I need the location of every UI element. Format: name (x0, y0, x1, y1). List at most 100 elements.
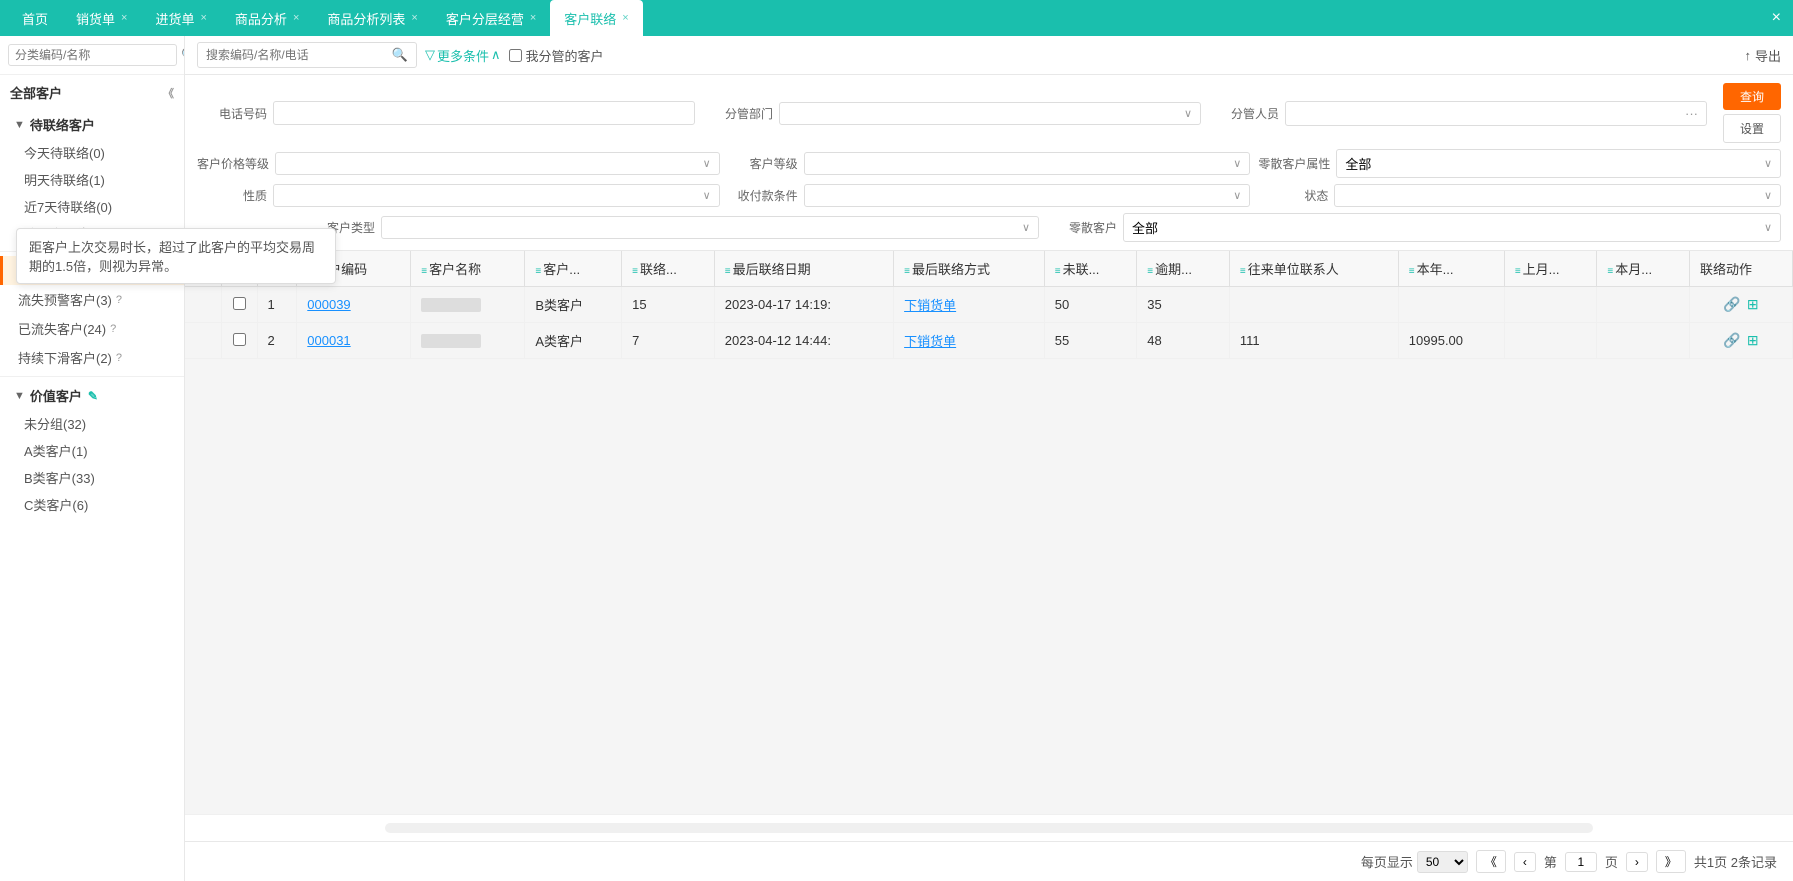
row1-link-icon[interactable]: 🔗 (1723, 296, 1740, 313)
all-customers-title[interactable]: 全部客户 《 (0, 75, 184, 110)
sidebar-group-value[interactable]: ▼ 价值客户 ✎ (0, 381, 184, 410)
sidebar-today-contact[interactable]: 今天待联络(0) (0, 139, 184, 166)
col-this-month[interactable]: ≡本月... (1597, 251, 1690, 287)
col-last-date[interactable]: ≡最后联络日期 (714, 251, 893, 287)
retail-attr-select[interactable]: 全部 ∨ (1336, 149, 1781, 178)
nav-customer-contact-close[interactable]: × (622, 12, 628, 24)
settings-button[interactable]: 设置 (1723, 114, 1781, 143)
last-page-btn[interactable]: 》 (1656, 850, 1686, 873)
col-overdue[interactable]: ≡逾期... (1137, 251, 1230, 287)
main-search-icon[interactable]: 🔍 (392, 47, 408, 63)
window-close-button[interactable]: × (1772, 9, 1781, 27)
sidebar-tomorrow-contact[interactable]: 明天待联络(1) (0, 166, 184, 193)
row1-method-link[interactable]: 下销货单 (904, 298, 956, 313)
my-customers-input[interactable] (509, 49, 522, 62)
col-this-year[interactable]: ≡本年... (1398, 251, 1504, 287)
col-contact[interactable]: ≡联络... (622, 251, 715, 287)
sidebar-churned[interactable]: 已流失客户(24) ? (0, 314, 184, 343)
next-page-btn[interactable]: › (1626, 852, 1648, 872)
nav-product-analysis-list[interactable]: 商品分析列表 × (313, 0, 431, 36)
sidebar-class-a[interactable]: A类客户(1) (0, 437, 184, 464)
sidebar-churn-warning[interactable]: 流失预警客户(3) ? (0, 285, 184, 314)
retail-customer-select[interactable]: 全部 ∨ (1123, 213, 1781, 242)
nature-select[interactable]: ∨ (273, 184, 720, 207)
sidebar-group-pending[interactable]: ▼ 待联络客户 (0, 110, 184, 139)
filter-row-4: ··· 客户类型 ∨ 零散客户 全部 ∨ (197, 213, 1781, 242)
sidebar-class-b[interactable]: B类客户(33) (0, 464, 184, 491)
more-conditions-btn[interactable]: ▽ 更多条件 ∧ (425, 46, 501, 65)
phone-input[interactable] (273, 101, 695, 125)
value-group-edit-icon[interactable]: ✎ (88, 389, 98, 403)
nav-product-analysis-list-close[interactable]: × (411, 12, 417, 24)
row2-checkbox[interactable] (221, 323, 257, 359)
nav-sales[interactable]: 销货单 × (62, 0, 141, 36)
sidebar-search-input[interactable] (8, 44, 177, 66)
nav-customer-contact[interactable]: 客户联络 × (550, 0, 642, 36)
page-number-input[interactable] (1565, 852, 1597, 872)
status-select[interactable]: ∨ (1334, 184, 1781, 207)
sort-type-icon: ≡ (535, 266, 541, 277)
row1-name (411, 287, 525, 323)
row2-link-icon[interactable]: 🔗 (1723, 332, 1740, 349)
nav-purchase[interactable]: 进货单 × (141, 0, 220, 36)
nav-home[interactable]: 首页 (8, 0, 62, 36)
horizontal-scrollbar[interactable] (385, 823, 1593, 833)
content-area: 🔍 ▽ 更多条件 ∧ 我分管的客户 ↑ 导出 电话号码 (185, 36, 1793, 881)
filter-nature: 性质 ∨ (197, 184, 720, 207)
sidebar-unclassified[interactable]: 未分组(32) (0, 410, 184, 437)
table-row: 2 000031 A类客户 7 2023-04-12 14:44: 下销货单 5… (185, 323, 1793, 359)
nav-customer-tier[interactable]: 客户分层经营 × (432, 0, 550, 36)
sidebar-7days-contact[interactable]: 近7天待联络(0) (0, 193, 184, 220)
customer-level-select[interactable]: ∨ (804, 152, 1251, 175)
first-page-btn[interactable]: 《 (1476, 850, 1506, 873)
col-last-month[interactable]: ≡上月... (1504, 251, 1597, 287)
customer-type-select[interactable]: ∨ (381, 216, 1039, 239)
sidebar-class-c[interactable]: C类客户(6) (0, 491, 184, 518)
row2-grid-icon[interactable]: ⊞ (1747, 332, 1759, 349)
manager-select[interactable]: ··· (1285, 101, 1707, 126)
export-button[interactable]: ↑ 导出 (1744, 46, 1781, 65)
sidebar-collapse-icon[interactable]: 《 (163, 85, 174, 101)
more-conditions-arrow: ∧ (491, 47, 501, 63)
sidebar-declining[interactable]: 持续下滑客户(2) ? (0, 343, 184, 372)
row1-check[interactable] (233, 297, 246, 310)
search-box[interactable]: 🔍 (197, 42, 417, 68)
nav-purchase-close[interactable]: × (200, 12, 206, 24)
per-page-select[interactable]: 50 20 100 (1417, 851, 1468, 873)
col-last-method[interactable]: ≡最后联络方式 (894, 251, 1045, 287)
row2-settings (185, 323, 221, 359)
nav-customer-tier-close[interactable]: × (530, 12, 536, 24)
row1-index: 1 (257, 287, 297, 323)
row2-last-method[interactable]: 下销货单 (894, 323, 1045, 359)
query-button[interactable]: 查询 (1723, 83, 1781, 110)
nav-product-analysis[interactable]: 商品分析 × (221, 0, 313, 36)
row2-unit-contact: 111 (1229, 323, 1398, 359)
row1-grid-icon[interactable]: ⊞ (1747, 296, 1759, 313)
row1-code[interactable]: 000039 (297, 287, 411, 323)
dept-select[interactable]: ∨ (779, 102, 1201, 125)
filter-phone: 电话号码 (197, 101, 695, 125)
row2-check[interactable] (233, 333, 246, 346)
nav-product-analysis-close[interactable]: × (293, 12, 299, 24)
payment-select[interactable]: ∨ (804, 184, 1251, 207)
filter-row-1: 电话号码 分管部门 ∨ 分管人员 ··· (197, 83, 1781, 143)
col-unit-contact[interactable]: ≡往来单位联系人 (1229, 251, 1398, 287)
col-uncontacted[interactable]: ≡未联... (1044, 251, 1137, 287)
help-icon-declining[interactable]: ? (116, 352, 122, 364)
filter-customer-level: 客户等级 ∨ (728, 152, 1251, 175)
help-icon-churn[interactable]: ? (116, 294, 122, 306)
my-customers-checkbox[interactable]: 我分管的客户 (509, 46, 604, 65)
row1-checkbox[interactable] (221, 287, 257, 323)
row2-code[interactable]: 000031 (297, 323, 411, 359)
nav-sales-close[interactable]: × (121, 12, 127, 24)
prev-page-btn[interactable]: ‹ (1514, 852, 1536, 872)
help-icon-churned[interactable]: ? (110, 323, 116, 335)
filter-panel: 电话号码 分管部门 ∨ 分管人员 ··· (185, 75, 1793, 251)
row2-method-link[interactable]: 下销货单 (904, 334, 956, 349)
col-type[interactable]: ≡客户... (525, 251, 622, 287)
main-search-input[interactable] (206, 48, 392, 62)
price-level-select[interactable]: ∨ (275, 152, 720, 175)
col-name[interactable]: ≡客户名称 (411, 251, 525, 287)
row1-last-method[interactable]: 下销货单 (894, 287, 1045, 323)
filter-retail-attr: 零散客户属性 全部 ∨ (1258, 149, 1781, 178)
